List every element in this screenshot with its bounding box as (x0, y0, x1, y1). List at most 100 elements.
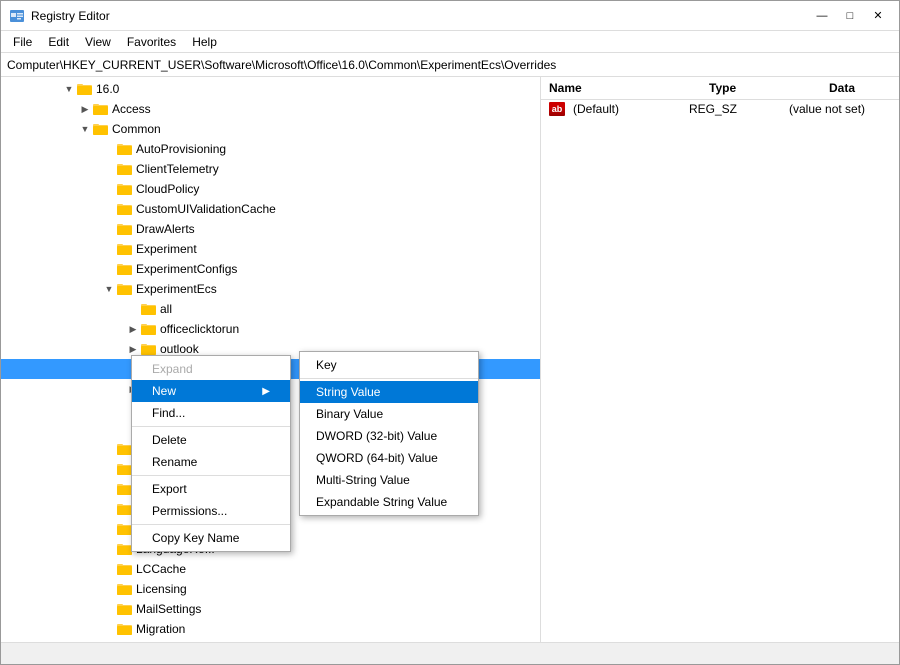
ctx-find[interactable]: Find... (132, 402, 290, 424)
submenu-expandable-string-value-label: Expandable String Value (316, 495, 447, 509)
ctx-rename[interactable]: Rename (132, 451, 290, 473)
ab-icon: ab (549, 102, 565, 116)
label-lccache: LCCache (136, 562, 186, 576)
minimize-button[interactable]: — (809, 6, 835, 26)
menu-favorites[interactable]: Favorites (119, 33, 184, 51)
ctx-divider-2 (132, 475, 290, 476)
close-button[interactable]: ✕ (865, 6, 891, 26)
tree-item-drawalerts[interactable]: ▶ DrawAlerts (1, 219, 540, 239)
registry-editor-window: Registry Editor — □ ✕ File Edit View Fav… (0, 0, 900, 665)
label-common: Common (112, 122, 161, 136)
expander-experimentecs[interactable]: ▼ (101, 281, 117, 297)
tree-item-experimentecs[interactable]: ▼ ExperimentEcs (1, 279, 540, 299)
submenu-key[interactable]: Key (300, 354, 478, 376)
submenu-multi-string-value[interactable]: Multi-String Value (300, 469, 478, 491)
label-migration: Migration (136, 622, 185, 636)
expander-officeclicktorun[interactable]: ▶ (125, 321, 141, 337)
detail-name-default-label: (Default) (573, 102, 619, 116)
menu-edit[interactable]: Edit (40, 33, 77, 51)
ctx-export[interactable]: Export (132, 478, 290, 500)
submenu-string-value-label: String Value (316, 385, 380, 399)
submenu-qword-value-label: QWORD (64-bit) Value (316, 451, 438, 465)
tree-item-licensing[interactable]: ▶ Licensing (1, 579, 540, 599)
submenu-dword-value[interactable]: DWORD (32-bit) Value (300, 425, 478, 447)
maximize-button[interactable]: □ (837, 6, 863, 26)
detail-row-default[interactable]: ab (Default) REG_SZ (value not set) (541, 100, 899, 118)
tree-item-all[interactable]: ▶ all (1, 299, 540, 319)
tree-item-customuivalidationcache[interactable]: ▶ CustomUIValidationCache (1, 199, 540, 219)
label-16.0: 16.0 (96, 82, 119, 96)
menu-bar: File Edit View Favorites Help (1, 31, 899, 53)
ctx-divider-3 (132, 524, 290, 525)
app-icon (9, 8, 25, 24)
tree-item-cloudpolicy[interactable]: ▶ CloudPolicy (1, 179, 540, 199)
label-outlook: outlook (160, 342, 199, 356)
tree-item-experiment[interactable]: ▶ Experiment (1, 239, 540, 259)
tree-item-migration[interactable]: ▶ Migration (1, 619, 540, 639)
submenu-string-value[interactable]: String Value (300, 381, 478, 403)
submenu-expandable-string-value[interactable]: Expandable String Value (300, 491, 478, 513)
tree-item-lccache[interactable]: ▶ LCCache (1, 559, 540, 579)
label-drawalerts: DrawAlerts (136, 222, 195, 236)
expander-access[interactable]: ▶ (77, 101, 93, 117)
tree-item-access[interactable]: ▶ Access (1, 99, 540, 119)
label-officeclicktorun: officeclicktorun (160, 322, 239, 336)
tree-item-experimentconfigs[interactable]: ▶ ExperimentConfigs (1, 259, 540, 279)
label-autoprovisioning: AutoProvisioning (136, 142, 226, 156)
tree-pane[interactable]: ▼ 16.0 ▶ Access (1, 77, 541, 642)
ctx-expand[interactable]: Expand (132, 358, 290, 380)
tree-item-autoprovisioning[interactable]: ▶ AutoProvisioning (1, 139, 540, 159)
label-experimentconfigs: ExperimentConfigs (136, 262, 237, 276)
label-experiment: Experiment (136, 242, 197, 256)
label-access: Access (112, 102, 151, 116)
address-bar: Computer\HKEY_CURRENT_USER\Software\Micr… (1, 53, 899, 77)
ctx-delete[interactable]: Delete (132, 429, 290, 451)
menu-help[interactable]: Help (184, 33, 225, 51)
detail-pane: Name Type Data ab (Default) REG_SZ (valu… (541, 77, 899, 642)
submenu-binary-value[interactable]: Binary Value (300, 403, 478, 425)
tree-item-privacy[interactable]: ▶ Privacy (1, 639, 540, 642)
tree-item-mailsettings[interactable]: ▶ MailSettings (1, 599, 540, 619)
tree-item-common[interactable]: ▼ Common (1, 119, 540, 139)
ctx-divider-1 (132, 426, 290, 427)
tree-item-officeclicktorun[interactable]: ▶ officeclicktorun (1, 319, 540, 339)
ctx-new[interactable]: New ▶ (132, 380, 290, 402)
submenu: Key String Value Binary Value DWORD (32-… (299, 351, 479, 516)
detail-name-default: ab (Default) (549, 102, 689, 116)
col-name-header: Name (541, 79, 701, 97)
submenu-dword-value-label: DWORD (32-bit) Value (316, 429, 437, 443)
menu-file[interactable]: File (5, 33, 40, 51)
context-menu: Expand New ▶ Find... Delete Rename (131, 355, 291, 552)
label-all: all (160, 302, 172, 316)
expander-common[interactable]: ▼ (77, 121, 93, 137)
ctx-new-arrow: ▶ (262, 386, 270, 397)
ctx-delete-label: Delete (152, 433, 187, 447)
ctx-copy-key-name[interactable]: Copy Key Name (132, 527, 290, 549)
col-data-header: Data (821, 79, 899, 97)
title-text: Registry Editor (31, 9, 110, 23)
detail-type-default: REG_SZ (689, 102, 789, 116)
detail-header: Name Type Data (541, 77, 899, 100)
detail-data-default: (value not set) (789, 102, 899, 116)
ctx-new-label: New (152, 384, 176, 398)
label-clienttelemetry: ClientTelemetry (136, 162, 219, 176)
submenu-binary-value-label: Binary Value (316, 407, 383, 421)
ctx-expand-label: Expand (152, 362, 193, 376)
expander-16.0[interactable]: ▼ (61, 81, 77, 97)
ctx-export-label: Export (152, 482, 187, 496)
ctx-find-label: Find... (152, 406, 185, 420)
ctx-permissions[interactable]: Permissions... (132, 500, 290, 522)
menu-view[interactable]: View (77, 33, 119, 51)
address-path: Computer\HKEY_CURRENT_USER\Software\Micr… (7, 58, 556, 72)
submenu-qword-value[interactable]: QWORD (64-bit) Value (300, 447, 478, 469)
main-content: ▼ 16.0 ▶ Access (1, 77, 899, 642)
status-bar (1, 642, 899, 664)
title-bar: Registry Editor — □ ✕ (1, 1, 899, 31)
label-customuivalidationcache: CustomUIValidationCache (136, 202, 276, 216)
label-experimentecs: ExperimentEcs (136, 282, 217, 296)
tree-item-16.0[interactable]: ▼ 16.0 (1, 79, 540, 99)
title-bar-controls: — □ ✕ (809, 6, 891, 26)
ctx-copy-key-name-label: Copy Key Name (152, 531, 239, 545)
label-mailsettings: MailSettings (136, 602, 201, 616)
tree-item-clienttelemetry[interactable]: ▶ ClientTelemetry (1, 159, 540, 179)
